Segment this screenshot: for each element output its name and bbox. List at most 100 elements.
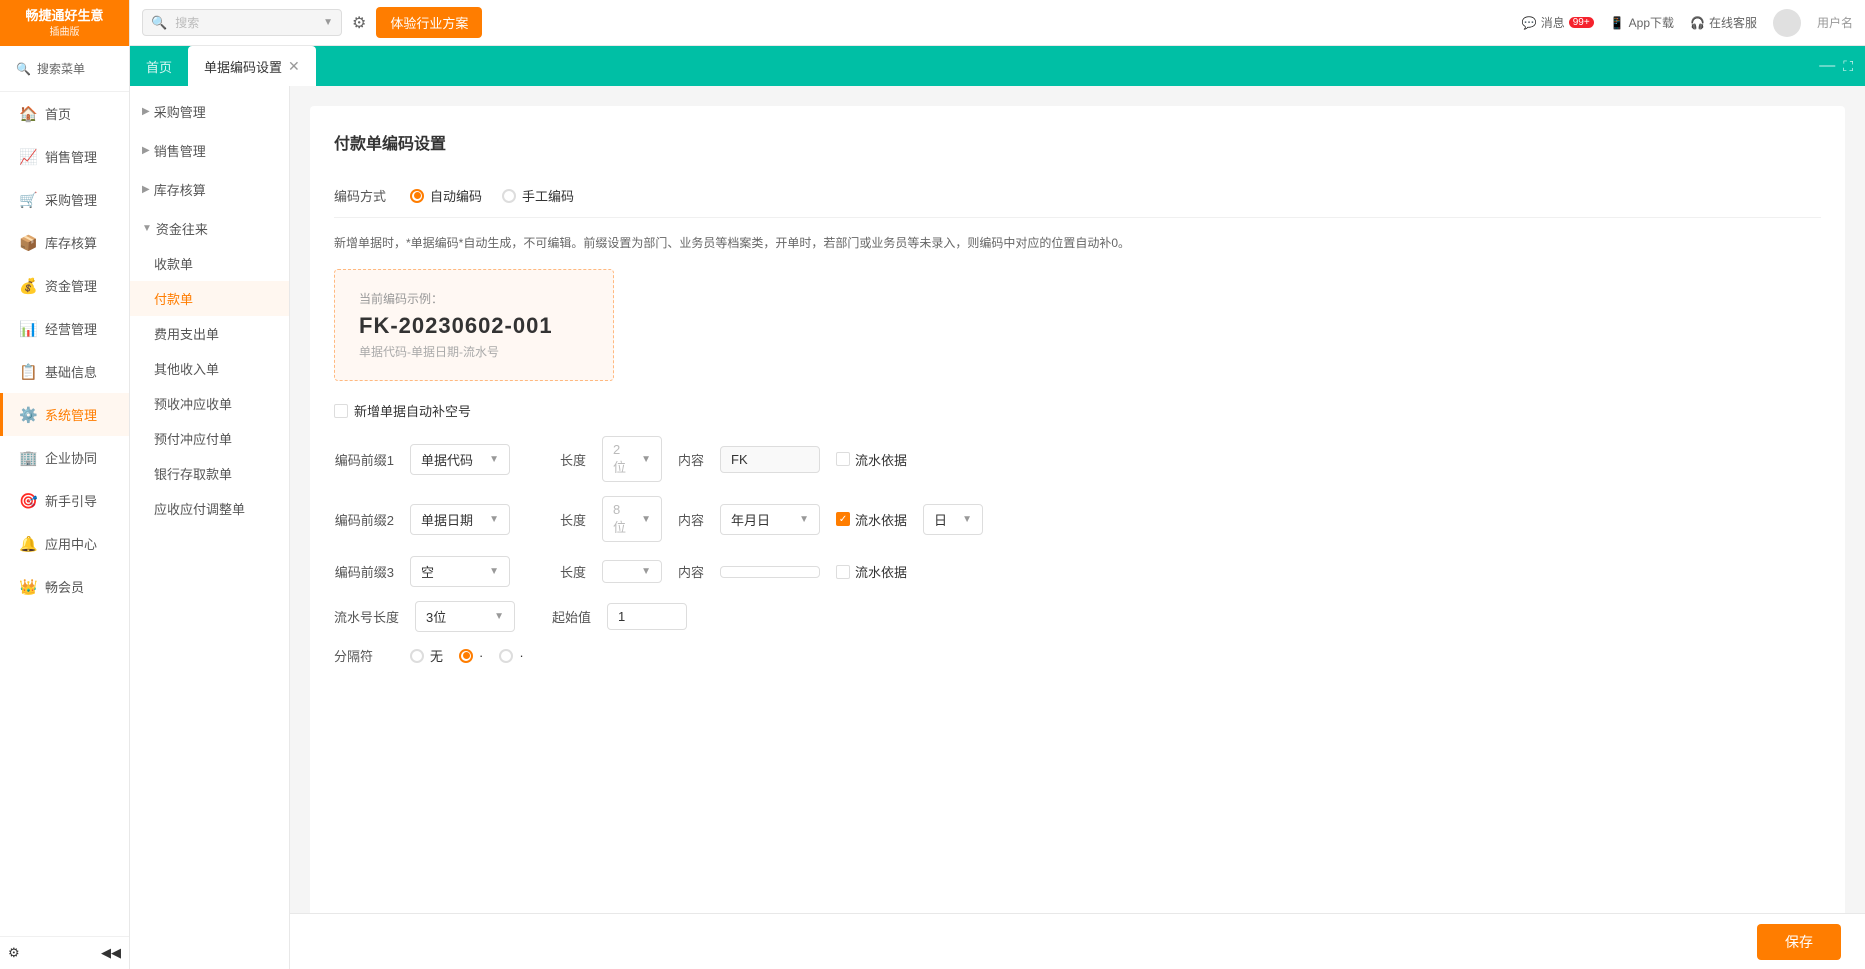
sidebar-item-purchase[interactable]: 🛒 采购管理 — [0, 178, 129, 221]
chevron-down-icon-p2: ▼ — [489, 514, 499, 525]
manual-code-radio[interactable] — [502, 189, 516, 203]
tab-maximize-icon[interactable]: ⛶ — [1843, 58, 1853, 75]
menu-group-inventory-title[interactable]: ▶ 库存核算 — [130, 172, 289, 207]
settings-icon[interactable]: ⚙ — [8, 945, 20, 961]
menu-item-advance-receivable[interactable]: 预收冲应收单 — [130, 386, 289, 421]
menu-group-purchase-title[interactable]: ▶ 采购管理 — [130, 94, 289, 129]
collapse-icon[interactable]: ◀◀ — [101, 945, 121, 961]
start-value-label: 起始值 — [531, 607, 591, 626]
separator-dash-label: · — [519, 648, 523, 663]
left-menu: ▶ 采购管理 ▶ 销售管理 ▶ 库存核算 ▼ 资金往来 收款单 付款单 费用支出… — [130, 86, 290, 969]
content2-label: 内容 — [678, 510, 704, 529]
prefix3-select[interactable]: 空 ▼ — [410, 556, 510, 587]
tab-close-icon[interactable]: ✕ — [288, 58, 300, 75]
sidebar-item-guide[interactable]: 🎯 新手引导 — [0, 479, 129, 522]
sidebar: 畅捷通好生意 插曲版 🔍 搜索菜单 🏠 首页 📈 销售管理 🛒 采购管理 📦 库… — [0, 0, 130, 969]
length3-select[interactable]: ▼ — [602, 560, 662, 583]
gear-icon-header[interactable]: ⚙ — [352, 13, 366, 33]
menu-group-finance-title[interactable]: ▼ 资金往来 — [130, 211, 289, 246]
search-icon: 🔍 — [16, 62, 31, 76]
stream1-checkbox[interactable] — [836, 452, 850, 466]
online-service-button[interactable]: 🎧 在线客服 — [1690, 14, 1757, 31]
length1-label: 长度 — [526, 450, 586, 469]
chevron-down-icon-sl: ▼ — [494, 611, 504, 622]
prefix2-select[interactable]: 单据日期 ▼ — [410, 504, 510, 535]
user-avatar[interactable] — [1773, 9, 1801, 37]
menu-item-receipt[interactable]: 收款单 — [130, 246, 289, 281]
separator-dot-option[interactable]: · — [459, 648, 483, 663]
start-value-input[interactable]: 1 — [607, 603, 687, 630]
chevron-down-icon-p1: ▼ — [489, 454, 499, 465]
sidebar-item-sales[interactable]: 📈 销售管理 — [0, 135, 129, 178]
sidebar-item-system[interactable]: ⚙️ 系统管理 — [0, 393, 129, 436]
auto-code-radio[interactable] — [410, 189, 424, 203]
separator-dash-option[interactable]: · — [499, 648, 523, 663]
save-button[interactable]: 保存 — [1757, 924, 1841, 960]
stream2-period-select[interactable]: 日 ▼ — [923, 504, 983, 535]
sidebar-item-home[interactable]: 🏠 首页 — [0, 92, 129, 135]
sidebar-item-operations[interactable]: 📊 经营管理 — [0, 307, 129, 350]
tab-bar-actions: — ⛶ — [1819, 57, 1865, 75]
sidebar-item-sales-label: 销售管理 — [45, 147, 97, 166]
sidebar-item-app-center-label: 应用中心 — [45, 534, 97, 553]
menu-group-sales-title[interactable]: ▶ 销售管理 — [130, 133, 289, 168]
chevron-down-icon-menu: ▼ — [142, 223, 152, 234]
length2-select[interactable]: 8位 ▼ — [602, 496, 662, 542]
sidebar-item-base-info[interactable]: 📋 基础信息 — [0, 350, 129, 393]
sidebar-item-inventory[interactable]: 📦 库存核算 — [0, 221, 129, 264]
separator-none-option[interactable]: 无 — [410, 646, 443, 665]
auto-code-option[interactable]: 自动编码 — [410, 186, 482, 205]
page-card: 付款单编码设置 编码方式 自动编码 手工编码 新增单据时，*单据编码*自动生成，… — [310, 106, 1845, 935]
encoding-method-row: 编码方式 自动编码 手工编码 — [334, 174, 1821, 218]
tab-bar: 首页 单据编码设置 ✕ — ⛶ — [130, 46, 1865, 86]
sidebar-item-app-center[interactable]: 🔔 应用中心 — [0, 522, 129, 565]
menu-item-adjustment[interactable]: 应收应付调整单 — [130, 491, 289, 526]
sidebar-item-member-label: 畅会员 — [45, 577, 84, 596]
tab-home[interactable]: 首页 — [130, 46, 188, 86]
length3-label: 长度 — [526, 562, 586, 581]
manual-code-option[interactable]: 手工编码 — [502, 186, 574, 205]
tab-encoding-settings[interactable]: 单据编码设置 ✕ — [188, 46, 316, 86]
sidebar-item-enterprise[interactable]: 🏢 企业协同 — [0, 436, 129, 479]
sidebar-item-purchase-label: 采购管理 — [45, 190, 97, 209]
menu-item-advance-payable[interactable]: 预付冲应付单 — [130, 421, 289, 456]
separator-dot-radio[interactable] — [459, 649, 473, 663]
header-left: 🔍 搜索 ▼ ⚙ 体验行业方案 — [142, 7, 482, 38]
menu-group-inventory-label: 库存核算 — [154, 180, 206, 199]
sidebar-item-base-info-label: 基础信息 — [45, 362, 97, 381]
chevron-down-icon-p3: ▼ — [489, 566, 499, 577]
length1-select[interactable]: 2位 ▼ — [602, 436, 662, 482]
stream3-checkbox-group: 流水依据 — [836, 562, 907, 581]
separator-none-radio[interactable] — [410, 649, 424, 663]
sidebar-item-home-label: 首页 — [45, 104, 71, 123]
menu-item-expense[interactable]: 费用支出单 — [130, 316, 289, 351]
sidebar-item-system-label: 系统管理 — [45, 405, 97, 424]
sidebar-item-inventory-label: 库存核算 — [45, 233, 97, 252]
sidebar-item-finance[interactable]: 💰 资金管理 — [0, 264, 129, 307]
serial-length-select[interactable]: 3位 ▼ — [415, 601, 515, 632]
tab-minimize-icon[interactable]: — — [1819, 57, 1835, 75]
search-menu-button[interactable]: 🔍 搜索菜单 — [8, 54, 121, 83]
content2-select[interactable]: 年月日 ▼ — [720, 504, 820, 535]
auto-fill-checkbox[interactable] — [334, 404, 348, 418]
prefix1-select[interactable]: 单据代码 ▼ — [410, 444, 510, 475]
app-download-button[interactable]: 📱 App下载 — [1610, 14, 1674, 31]
menu-item-payment[interactable]: 付款单 — [130, 281, 289, 316]
chevron-right-icon: ▶ — [142, 106, 150, 117]
industry-plan-button[interactable]: 体验行业方案 — [376, 7, 482, 38]
sidebar-item-finance-label: 资金管理 — [45, 276, 97, 295]
menu-group-inventory: ▶ 库存核算 — [130, 172, 289, 207]
separator-row: 分隔符 无 · · — [334, 646, 1821, 665]
separator-dash-radio[interactable] — [499, 649, 513, 663]
message-button[interactable]: 💬 消息 99+ — [1522, 14, 1594, 31]
stream3-checkbox[interactable] — [836, 565, 850, 579]
menu-item-other-income[interactable]: 其他收入单 — [130, 351, 289, 386]
sidebar-item-member[interactable]: 👑 畅会员 — [0, 565, 129, 608]
sidebar-nav: 🏠 首页 📈 销售管理 🛒 采购管理 📦 库存核算 💰 资金管理 📊 经营管理 … — [0, 92, 129, 936]
prefix2-row: 编码前缀2 单据日期 ▼ 长度 8位 ▼ 内容 年月日 ▼ ✓ 流水依据 日 ▼ — [334, 496, 1821, 542]
menu-item-bank[interactable]: 银行存取款单 — [130, 456, 289, 491]
member-icon: 👑 — [19, 578, 37, 596]
tab-encoding-label: 单据编码设置 — [204, 57, 282, 76]
stream2-checkbox[interactable]: ✓ — [836, 512, 850, 526]
chevron-right-icon-3: ▶ — [142, 184, 150, 195]
